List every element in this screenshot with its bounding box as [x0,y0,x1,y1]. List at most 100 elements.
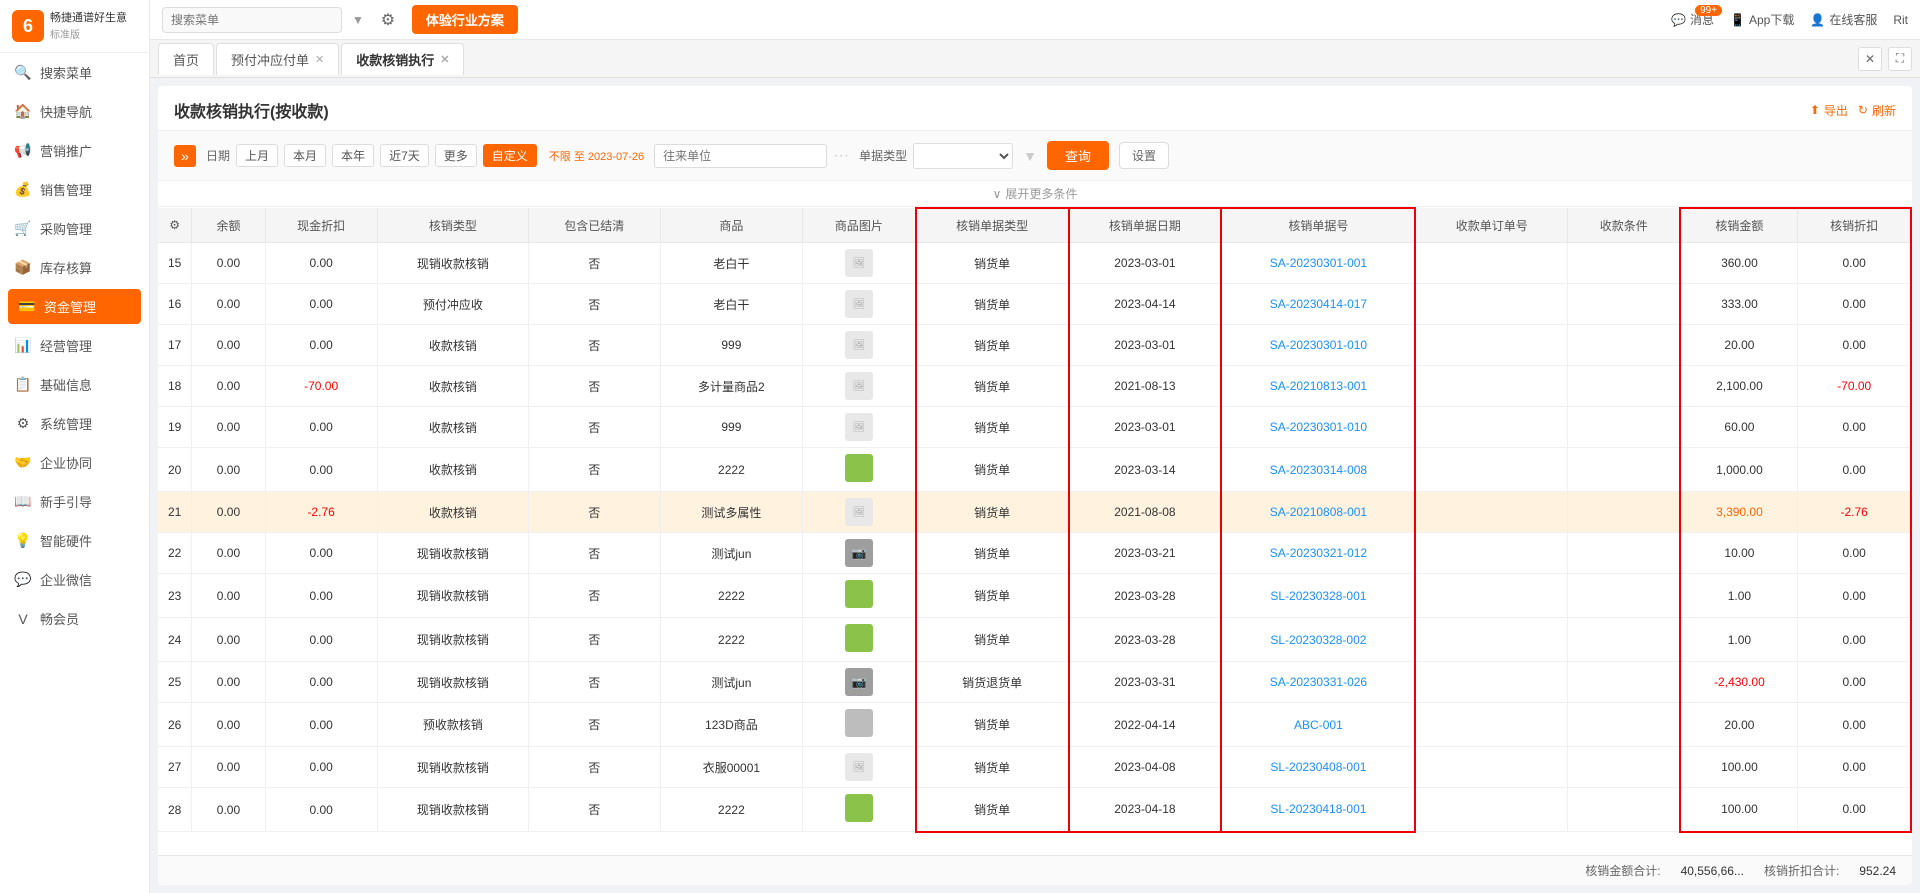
cell-receipt-order-no [1415,533,1567,574]
cell-include-settled: 否 [528,448,660,492]
app-logo: 6 畅捷通谱好生意 标准版 [0,0,149,53]
cell-include-settled: 否 [528,747,660,788]
tab-verify[interactable]: 收款核销执行 ✕ [341,43,464,75]
table-row: 28 0.00 0.00 现销收款核销 否 2222 销货单 2023-04-1… [158,788,1911,832]
tab-verify-close[interactable]: ✕ [440,53,449,66]
counterpart-input[interactable] [654,144,827,168]
hardware-icon: 💡 [14,532,32,550]
cell-receipt-condition [1567,366,1680,407]
export-button[interactable]: ⬆ 导出 [1810,102,1848,119]
sidebar-item-hardware[interactable]: 💡智能硬件 [0,521,149,560]
cell-verify-discount: 0.00 [1798,407,1911,448]
cell-product-img: 📷 [803,662,916,703]
user-avatar[interactable]: Rit [1893,13,1908,27]
cell-bill-date: 2022-04-14 [1069,703,1222,747]
cell-verify-type: 收款核销 [377,448,528,492]
settings-icon[interactable]: ⚙ [374,6,402,34]
sidebar-item-sales[interactable]: 💰销售管理 [0,170,149,209]
sidebar-item-finance[interactable]: 💳资金管理 [8,289,141,324]
search-input[interactable] [162,7,342,33]
product-img-default: 🖼 [845,413,873,441]
inventory-icon: 📦 [14,259,32,277]
cell-include-settled: 否 [528,788,660,832]
cell-verify-amount: 60.00 [1680,407,1797,448]
product-img-gray [845,709,873,737]
cell-idx: 24 [158,618,192,662]
tabbar-controls: ✕ ⛶ [1858,47,1912,71]
tab-maximize-button[interactable]: ⛶ [1888,47,1912,71]
cell-cash-discount: 0.00 [265,243,377,284]
cell-bill-no: SL-20230328-001 [1221,574,1415,618]
cell-product: 老白干 [660,284,803,325]
topbar-right: 💬 消息 99+ 📱 App下载 👤 在线客服 Rit [1671,11,1908,28]
sidebar-item-quicknav[interactable]: 🏠快捷导航 [0,92,149,131]
sidebar-item-system[interactable]: ⚙系统管理 [0,404,149,443]
cell-receipt-order-no [1415,747,1567,788]
cell-idx: 21 [158,492,192,533]
tab-home[interactable]: 首页 [158,43,214,75]
sidebar-item-marketing[interactable]: 📢营销推广 [0,131,149,170]
sidebar-item-purchase[interactable]: 🛒采购管理 [0,209,149,248]
tab-prepay-close[interactable]: ✕ [315,53,324,66]
wechat-icon: 💬 [14,571,32,589]
cell-product: 测试jun [660,662,803,703]
product-img-green [845,624,873,652]
dropdown-arrow-icon[interactable]: ▼ [352,13,364,27]
bill-type-label: 单据类型 [859,147,907,164]
date-this-month[interactable]: 本月 [284,144,326,167]
date-this-year[interactable]: 本年 [332,144,374,167]
cell-product-img [803,574,916,618]
sidebar-item-member[interactable]: V畅会员 [0,599,149,638]
sidebar-label-quicknav: 快捷导航 [40,102,92,121]
cell-bill-type: 销货退货单 [916,662,1069,703]
cell-cash-discount: 0.00 [265,284,377,325]
cell-balance: 0.00 [192,747,265,788]
th-bill-date: 核销单据日期 [1069,208,1222,243]
sidebar-item-guide[interactable]: 📖新手引导 [0,482,149,521]
query-button[interactable]: 查询 [1047,141,1109,170]
cell-receipt-condition [1567,533,1680,574]
cell-bill-no: ABC-001 [1221,703,1415,747]
online-service[interactable]: 👤 在线客服 [1810,11,1877,28]
cell-product-img: 🖼 [803,492,916,533]
sidebar-item-wechat[interactable]: 💬企业微信 [0,560,149,599]
app-download[interactable]: 📱 App下载 [1730,11,1794,28]
date-last-month[interactable]: 上月 [236,144,278,167]
tab-prepay[interactable]: 预付冲应付单 ✕ [216,43,339,75]
th-receipt-condition: 收款条件 [1567,208,1680,243]
sidebar-item-search[interactable]: 🔍搜索菜单 [0,53,149,92]
cell-product: 多计量商品2 [660,366,803,407]
expand-more-bar[interactable]: ∨ 展开更多条件 [158,181,1912,207]
sidebar-item-enterprise[interactable]: 🤝企业协同 [0,443,149,482]
message-icon[interactable]: 💬 消息 99+ [1671,11,1714,28]
cell-verify-amount: 100.00 [1680,747,1797,788]
sidebar-item-inventory[interactable]: 📦库存核算 [0,248,149,287]
solution-button[interactable]: 体验行业方案 [412,5,518,34]
date-custom[interactable]: 自定义 [483,144,537,167]
tab-close-all-button[interactable]: ✕ [1858,47,1882,71]
cell-cash-discount: 0.00 [265,325,377,366]
filter-toggle-button[interactable]: » [174,145,196,167]
th-product-img: 商品图片 [803,208,916,243]
sidebar-item-operations[interactable]: 📊经营管理 [0,326,149,365]
refresh-button[interactable]: ↻ 刷新 [1858,102,1896,119]
product-img-default: 🖼 [845,498,873,526]
sidebar-item-basics[interactable]: 📋基础信息 [0,365,149,404]
cell-include-settled: 否 [528,618,660,662]
bill-type-select[interactable] [913,143,1013,169]
cell-receipt-order-no [1415,574,1567,618]
cell-verify-amount: 1.00 [1680,574,1797,618]
th-settings[interactable]: ⚙ [158,208,192,243]
cell-product-img [803,618,916,662]
cell-include-settled: 否 [528,703,660,747]
table-setting-button[interactable]: 设置 [1119,142,1169,169]
topbar: ▼ ⚙ 体验行业方案 💬 消息 99+ 📱 App下载 👤 在线客服 Rit [150,0,1920,40]
cell-cash-discount: 0.00 [265,448,377,492]
sidebar-menu: 🔍搜索菜单🏠快捷导航📢营销推广💰销售管理🛒采购管理📦库存核算💳资金管理📊经营管理… [0,53,149,893]
date-more[interactable]: 更多 [435,144,477,167]
cell-cash-discount: -2.76 [265,492,377,533]
date-last-7-days[interactable]: 近7天 [380,144,429,167]
cell-verify-discount: -2.76 [1798,492,1911,533]
date-filter-group: 日期 上月 本月 本年 近7天 更多 自定义 不限 至 2023-07-26 [206,144,644,167]
cell-bill-type: 销货单 [916,703,1069,747]
